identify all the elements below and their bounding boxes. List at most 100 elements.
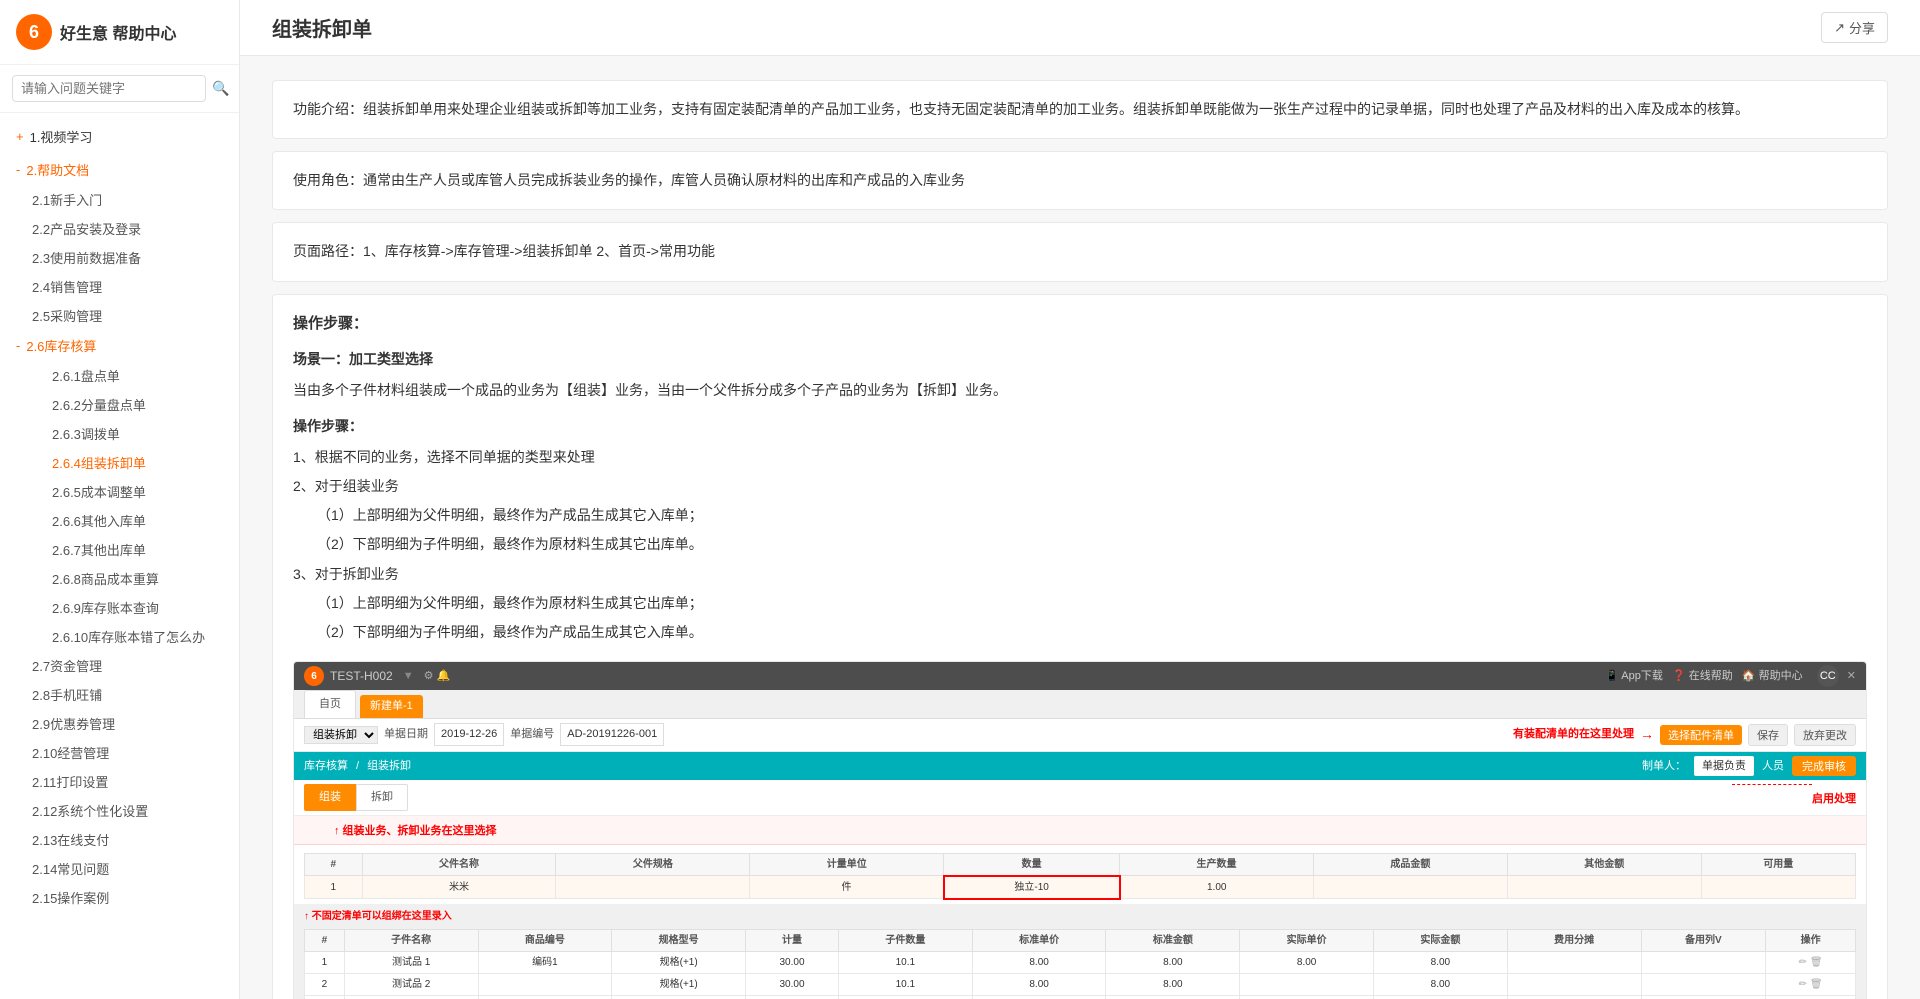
sidebar-item-stocktake[interactable]: 2.6.1盘点单 [16, 361, 239, 390]
ss-header-left: 库存核算 / 组装拆卸 [304, 757, 411, 776]
sidebar-item-install[interactable]: 2.2产品安装及登录 [0, 214, 239, 243]
ss-parent-th-spec: 父件规格 [556, 853, 750, 876]
sidebar-item-docs[interactable]: - 2.帮助文档 [0, 154, 239, 185]
ss-tab-main: 自页 [304, 690, 356, 718]
ss-child-th-unit: 计量 [746, 929, 839, 951]
ss-parent-cell-prod-amt [1313, 876, 1507, 899]
ss-close: ✕ [1847, 667, 1856, 686]
ss-header-person-label: 人员 [1762, 757, 1784, 776]
ss-header-bar: 库存核算 / 组装拆卸 制单人： 单据负责 人员 完成审核 [294, 752, 1866, 781]
ss-docno-label: 单据编号 [510, 725, 554, 744]
ss-child-th-op: 操作 [1766, 929, 1856, 951]
ss-child-table-container: ↑ 不固定清单可以组绑在这里录入 # 子件名称 商品编号 规格型号 计量 [294, 904, 1866, 999]
annotation-line [1732, 784, 1812, 785]
ss-child-th-qty: 子件数量 [838, 929, 972, 951]
sidebar-item-finance[interactable]: 2.7资金管理 [0, 651, 239, 680]
ops-title: 操作步骤： [293, 311, 1867, 337]
sub-steps-disassemble: （1）上部明细为父件明细，最终作为原材料生成其它出库单； （2）下部明细为子件明… [293, 591, 1867, 645]
search-input[interactable] [12, 75, 206, 102]
annotation-type-text: ↑ 组装业务、拆卸业务在这里选择 [334, 825, 497, 837]
ss-child-th-act-price: 实际单价 [1240, 929, 1374, 951]
logo-icon: 6 [16, 14, 52, 50]
ss-child-th-cost-alloc: 费用分摊 [1507, 929, 1641, 951]
page-title: 组装拆卸单 [272, 13, 372, 42]
sidebar-item-cost-recalc[interactable]: 2.6.8商品成本重算 [16, 564, 239, 593]
ss-child-row-3: 3 [305, 995, 1856, 999]
screenshot: 6 TEST-H002 ▼ ⚙ 🔔 📱 App下载 ❓ 在线帮助 🏠 帮助中心 … [293, 661, 1867, 999]
sidebar: 6 好生意 帮助中心 🔍 + 1.视频学习 - 2.帮助文档 2.1新手入门 2… [0, 0, 240, 999]
ss-separator: ▼ [403, 667, 414, 686]
sidebar-item-video[interactable]: + 1.视频学习 [0, 121, 239, 152]
step-3: 3、对于拆卸业务 [293, 562, 1867, 587]
ss-app-links: 📱 App下载 ❓ 在线帮助 🏠 帮助中心 [1605, 667, 1809, 686]
sidebar-item-ledger-query[interactable]: 2.6.9库存账本查询 [16, 593, 239, 622]
sidebar-item-data-prep[interactable]: 2.3使用前数据准备 [0, 243, 239, 272]
annotation-type-bar: ↑ 组装业务、拆卸业务在这里选择 [294, 816, 1866, 845]
search-icon[interactable]: 🔍 [212, 80, 229, 97]
ss-child-row-2: 2 测试品 2 规格(+1) 30.00 10.1 8.00 8.00 [305, 973, 1856, 995]
ss-tab-assemble[interactable]: 组装 [304, 784, 356, 811]
ss-parent-th-prod-qty: 生产数量 [1120, 853, 1314, 876]
sidebar-subsections: 2.1新手入门 2.2产品安装及登录 2.3使用前数据准备 2.4销售管理 2.… [0, 185, 239, 912]
ss-type-row: 组装 拆卸 启用处理 [294, 780, 1866, 816]
sidebar-item-other-out[interactable]: 2.6.7其他出库单 [16, 535, 239, 564]
share-label: 分享 [1849, 18, 1875, 37]
ss-doc-toolbar: 组装拆卸 库存调拨 单据日期 2019-12-26 单据编号 AD-201912… [294, 719, 1866, 752]
role-text: 使用角色：通常由生产人员或库管人员完成拆装业务的操作，库管人员确认原材料的出库和… [293, 168, 1867, 193]
sidebar-section-1-label: 1.视频学习 [30, 127, 93, 146]
ss-title-right: 📱 App下载 ❓ 在线帮助 🏠 帮助中心 CC ✕ [1605, 665, 1856, 687]
collapse-icon: - [16, 162, 20, 177]
ss-btn-config-list[interactable]: 选择配件清单 [1660, 725, 1742, 745]
sidebar-item-cost-adjust[interactable]: 2.6.5成本调整单 [16, 477, 239, 506]
sidebar-item-assembly[interactable]: 2.6.4组装拆卸单 [16, 448, 239, 477]
step-3-1: （1）上部明细为父件明细，最终作为原材料生成其它出库单； [317, 591, 1867, 616]
sidebar-item-ledger-fix[interactable]: 2.6.10库存账本错了怎么办 [16, 622, 239, 651]
sidebar-item-transfer[interactable]: 2.6.3调拨单 [16, 419, 239, 448]
ss-parent-cell-name: 米米 [362, 876, 556, 899]
ss-parent-cell-num: 1 [305, 876, 363, 899]
sidebar-item-mgmt[interactable]: 2.10经营管理 [0, 738, 239, 767]
ss-header-right: 制单人： 单据负责 人员 完成审核 [1642, 756, 1856, 777]
sub-steps-assemble: （1）上部明细为父件明细，最终作为产成品生成其它入库单； （2）下部明细为子件明… [293, 503, 1867, 557]
sidebar-item-cases[interactable]: 2.15操作案例 [0, 883, 239, 912]
sidebar-item-faq[interactable]: 2.14常见问题 [0, 854, 239, 883]
sidebar-item-print[interactable]: 2.11打印设置 [0, 767, 239, 796]
sidebar-item-beginner[interactable]: 2.1新手入门 [0, 185, 239, 214]
step-2: 2、对于组装业务 [293, 474, 1867, 499]
sidebar-item-sales[interactable]: 2.4销售管理 [0, 272, 239, 301]
share-button[interactable]: ↗ 分享 [1821, 12, 1888, 43]
ss-header-doctype: 组装拆卸 [367, 757, 411, 776]
ss-btn-abandon[interactable]: 放弃更改 [1794, 724, 1856, 746]
ss-annotation-handle: 启用处理 [1812, 786, 1856, 810]
ss-parent-th-unit: 计量单位 [750, 853, 944, 876]
sidebar-item-purchase[interactable]: 2.5采购管理 [0, 301, 239, 330]
ss-btn-save[interactable]: 保存 [1748, 724, 1788, 746]
sidebar-section-2-label: 2.帮助文档 [26, 160, 89, 179]
ss-parent-cell-qty: 独立-10 [944, 876, 1120, 899]
ss-annotation-config: 有装配清单的在这里处理 → 选择配件清单 保存 放弃更改 [1513, 723, 1856, 747]
ss-title-bar: 6 TEST-H002 ▼ ⚙ 🔔 📱 App下载 ❓ 在线帮助 🏠 帮助中心 … [294, 662, 1866, 690]
sidebar-section-2: - 2.帮助文档 2.1新手入门 2.2产品安装及登录 2.3使用前数据准备 2… [0, 154, 239, 912]
ss-parent-th-qty: 数量 [944, 853, 1120, 876]
ss-parent-row-1: 1 米米 件 独立-10 1.00 [305, 876, 1856, 899]
sidebar-nav: + 1.视频学习 - 2.帮助文档 2.1新手入门 2.2产品安装及登录 2.3… [0, 113, 239, 999]
path-card: 页面路径：1、库存核算->库存管理->组装拆卸单 2、首页->常用功能 [272, 222, 1888, 281]
ss-child-th-spec: 规格型号 [612, 929, 746, 951]
ss-child-th-code: 商品编号 [478, 929, 612, 951]
ss-nav-tabs: 自页 新建单-1 [294, 690, 1866, 719]
ss-parent-th-name: 父件名称 [362, 853, 556, 876]
ss-tab-disassemble[interactable]: 拆卸 [356, 784, 408, 811]
sidebar-item-coupon[interactable]: 2.9优惠券管理 [0, 709, 239, 738]
sidebar-item-payment[interactable]: 2.13在线支付 [0, 825, 239, 854]
ss-doc-type-select[interactable]: 组装拆卸 库存调拨 [304, 726, 378, 744]
sidebar-item-partial-stock[interactable]: 2.6.2分量盘点单 [16, 390, 239, 419]
sidebar-item-customize[interactable]: 2.12系统个性化设置 [0, 796, 239, 825]
sidebar-item-other-in[interactable]: 2.6.6其他入库单 [16, 506, 239, 535]
screenshot-sim: 6 TEST-H002 ▼ ⚙ 🔔 📱 App下载 ❓ 在线帮助 🏠 帮助中心 … [294, 662, 1866, 999]
ss-btn-confirm[interactable]: 完成审核 [1792, 756, 1856, 776]
sidebar-item-inventory[interactable]: - 2.6库存核算 [0, 330, 239, 361]
sidebar-item-mobile[interactable]: 2.8手机旺铺 [0, 680, 239, 709]
main-panel: 组装拆卸单 ↗ 分享 功能介绍：组装拆卸单用来处理企业组装或拆卸等加工业务，支持… [240, 0, 1920, 999]
ss-child-th-std-amt: 标准金额 [1106, 929, 1240, 951]
ss-parent-cell-avail [1701, 876, 1855, 899]
